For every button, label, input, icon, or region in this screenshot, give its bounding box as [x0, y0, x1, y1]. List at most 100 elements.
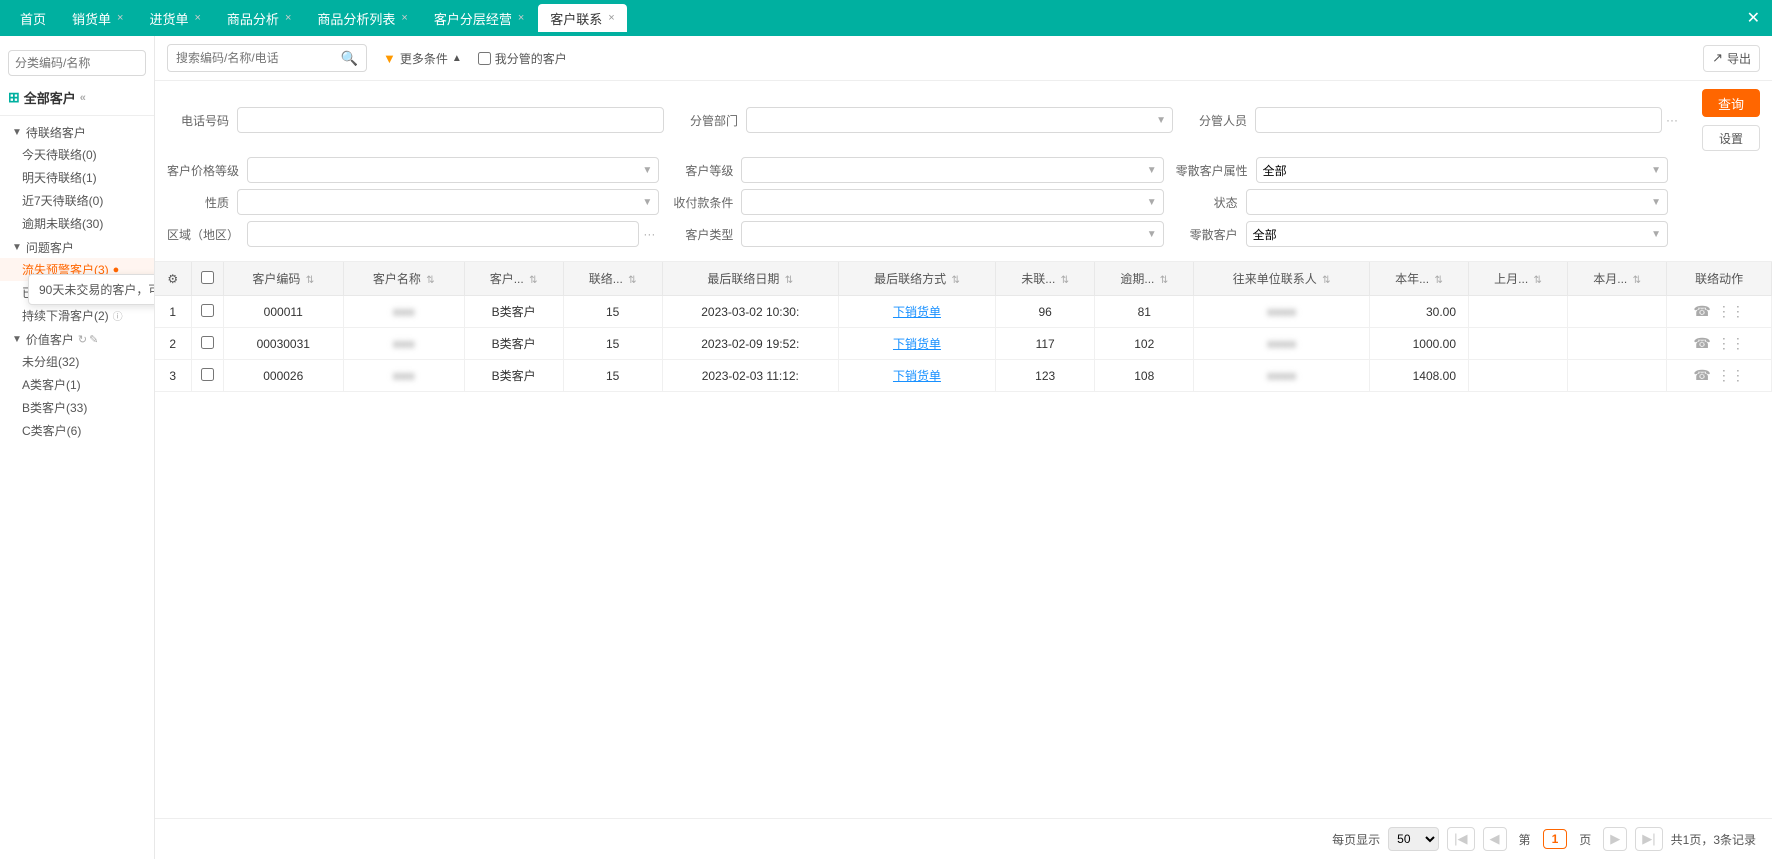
sidebar-item-week[interactable]: 近7天待联络(0) — [0, 189, 154, 212]
sidebar-item-tomorrow[interactable]: 明天待联络(1) — [0, 166, 154, 189]
export-icon: ↗ — [1712, 50, 1723, 66]
adv-select-retail-attr[interactable]: 全部 ▼ — [1256, 157, 1668, 183]
adv-field-price-level: 客户价格等级 ▼ — [167, 157, 659, 183]
action-phone-icon-3[interactable]: ☎ — [1693, 367, 1710, 384]
sidebar-section-value[interactable]: ▼ 价值客户 ↻ ✎ — [0, 327, 154, 350]
filter-search-input[interactable] — [176, 51, 341, 65]
chevron-down-icon-5: ▼ — [642, 197, 652, 208]
more-conditions-btn[interactable]: ▼ 更多条件 ▲ — [375, 46, 470, 71]
last-page-btn[interactable]: ▶| — [1635, 827, 1662, 851]
row-contact: 15 — [563, 360, 662, 392]
adv-field-person: 分管人员 ··· — [1185, 107, 1682, 133]
adv-select-status[interactable]: ▼ — [1246, 189, 1668, 215]
row-last-method[interactable]: 下销货单 — [838, 328, 995, 360]
row-checkbox-cell[interactable] — [191, 296, 223, 328]
sidebar-item-c-class[interactable]: C类客户(6) — [0, 419, 154, 442]
action-phone-icon[interactable]: ☎ — [1693, 303, 1710, 320]
col-last-month-header[interactable]: 上月... ⇅ — [1469, 262, 1568, 296]
tab-home[interactable]: 首页 — [8, 4, 58, 32]
adv-input-phone[interactable] — [237, 107, 664, 133]
sidebar-item-overdue-contact[interactable]: 逾期未联络(30) — [0, 212, 154, 235]
app-close-button[interactable]: ✕ — [1743, 4, 1764, 32]
first-page-btn[interactable]: |◀ — [1447, 827, 1474, 851]
sidebar-section-pending[interactable]: ▼ 待联络客户 — [0, 120, 154, 143]
sidebar-search-input[interactable] — [15, 56, 155, 70]
row-checkbox-cell[interactable] — [191, 360, 223, 392]
sidebar-search-box[interactable]: 🔍 — [8, 50, 146, 76]
edit-icon[interactable]: ✎ — [89, 333, 98, 346]
adv-select-retail-customer[interactable]: 全部 ▼ — [1246, 221, 1668, 247]
filter-search-icon[interactable]: 🔍 — [341, 50, 358, 67]
col-last-method-header[interactable]: 最后联络方式 ⇅ — [838, 262, 995, 296]
tab-purchase-order[interactable]: 进货单 × — [137, 4, 212, 32]
row-type: B类客户 — [464, 328, 563, 360]
tab-sales-order-close[interactable]: × — [117, 12, 123, 24]
adv-select-nature[interactable]: ▼ — [237, 189, 659, 215]
col-this-year-header[interactable]: 本年... ⇅ — [1369, 262, 1468, 296]
refresh-icon[interactable]: ↻ — [78, 333, 87, 346]
row-last-method[interactable]: 下销货单 — [838, 296, 995, 328]
col-name-header[interactable]: 客户名称 ⇅ — [344, 262, 465, 296]
query-button[interactable]: 查询 — [1702, 89, 1760, 117]
adv-select-payment[interactable]: ▼ — [741, 189, 1163, 215]
row-last-date: 2023-02-09 19:52: — [662, 328, 838, 360]
col-last-date-header[interactable]: 最后联络日期 ⇅ — [662, 262, 838, 296]
tab-customer-tier-close[interactable]: × — [518, 12, 524, 24]
adv-select-price-level[interactable]: ▼ — [247, 157, 659, 183]
my-customers-checkbox[interactable] — [478, 52, 491, 65]
action-more-icon-2[interactable]: ⋮⋮ — [1717, 335, 1745, 352]
row-checkbox-2[interactable] — [201, 336, 214, 349]
sidebar-item-declining[interactable]: 持续下滑客户(2) ⓘ — [0, 304, 154, 327]
col-checkbox-header[interactable] — [191, 262, 223, 296]
col-settings[interactable]: ⚙ — [155, 262, 191, 296]
filter-search-box[interactable]: 🔍 — [167, 44, 367, 72]
sidebar-item-b-class[interactable]: B类客户(33) — [0, 396, 154, 419]
sidebar-section-problem[interactable]: ▼ 问题客户 — [0, 235, 154, 258]
more-dots-person[interactable]: ··· — [1662, 113, 1682, 127]
col-type-header[interactable]: 客户... ⇅ — [464, 262, 563, 296]
tab-customer-contact[interactable]: 客户联系 × — [538, 4, 626, 32]
col-overdue-header[interactable]: 逾期... ⇅ — [1095, 262, 1194, 296]
sort-icon-this-month: ⇅ — [1633, 275, 1641, 286]
col-action-header: 联络动作 — [1667, 262, 1772, 296]
sidebar-collapse-icon[interactable]: « — [80, 92, 86, 104]
select-all-checkbox[interactable] — [201, 271, 214, 284]
tab-product-analysis[interactable]: 商品分析 × — [215, 4, 303, 32]
tab-customer-contact-close[interactable]: × — [608, 12, 614, 24]
adv-select-person[interactable] — [1255, 107, 1662, 133]
sidebar-item-ungroup[interactable]: 未分组(32) — [0, 350, 154, 373]
export-btn[interactable]: ↗ 导出 — [1703, 45, 1760, 72]
row-last-method[interactable]: 下销货单 — [838, 360, 995, 392]
arrow-down-icon: ▼ — [12, 127, 22, 138]
sidebar-item-today[interactable]: 今天待联络(0) — [0, 143, 154, 166]
tab-product-analysis-close[interactable]: × — [285, 12, 291, 24]
more-dots-region[interactable]: ··· — [639, 227, 659, 241]
sidebar-root-label[interactable]: ⊞ 全部客户 « — [0, 84, 154, 111]
action-more-icon[interactable]: ⋮⋮ — [1717, 303, 1745, 320]
col-unlinked-header[interactable]: 未联... ⇅ — [996, 262, 1095, 296]
adv-select-region[interactable] — [247, 221, 639, 247]
action-phone-icon-2[interactable]: ☎ — [1693, 335, 1710, 352]
col-unit-contact-header[interactable]: 往来单位联系人 ⇅ — [1194, 262, 1370, 296]
tab-product-analysis-list-close[interactable]: × — [401, 12, 407, 24]
per-page-select[interactable]: 50 100 200 — [1388, 827, 1439, 851]
col-code-header[interactable]: 客户编码 ⇅ — [223, 262, 344, 296]
col-this-month-header[interactable]: 本月... ⇅ — [1568, 262, 1667, 296]
tab-sales-order[interactable]: 销货单 × — [60, 4, 135, 32]
tab-product-analysis-list[interactable]: 商品分析列表 × — [305, 4, 419, 32]
row-checkbox[interactable] — [201, 304, 214, 317]
sidebar-item-a-class[interactable]: A类客户(1) — [0, 373, 154, 396]
col-contact-header[interactable]: 联络... ⇅ — [563, 262, 662, 296]
my-customers-checkbox-label[interactable]: 我分管的客户 — [478, 50, 567, 67]
adv-select-customer-level[interactable]: ▼ — [741, 157, 1163, 183]
tab-purchase-order-close[interactable]: × — [194, 12, 200, 24]
action-more-icon-3[interactable]: ⋮⋮ — [1717, 367, 1745, 384]
next-page-btn[interactable]: ▶ — [1603, 827, 1627, 851]
row-checkbox-3[interactable] — [201, 368, 214, 381]
adv-select-dept[interactable]: ▼ — [746, 107, 1173, 133]
adv-select-customer-type[interactable]: ▼ — [741, 221, 1163, 247]
settings-button[interactable]: 设置 — [1702, 125, 1760, 151]
row-checkbox-cell[interactable] — [191, 328, 223, 360]
tab-customer-tier[interactable]: 客户分层经营 × — [422, 4, 536, 32]
prev-page-btn[interactable]: ◀ — [1483, 827, 1507, 851]
